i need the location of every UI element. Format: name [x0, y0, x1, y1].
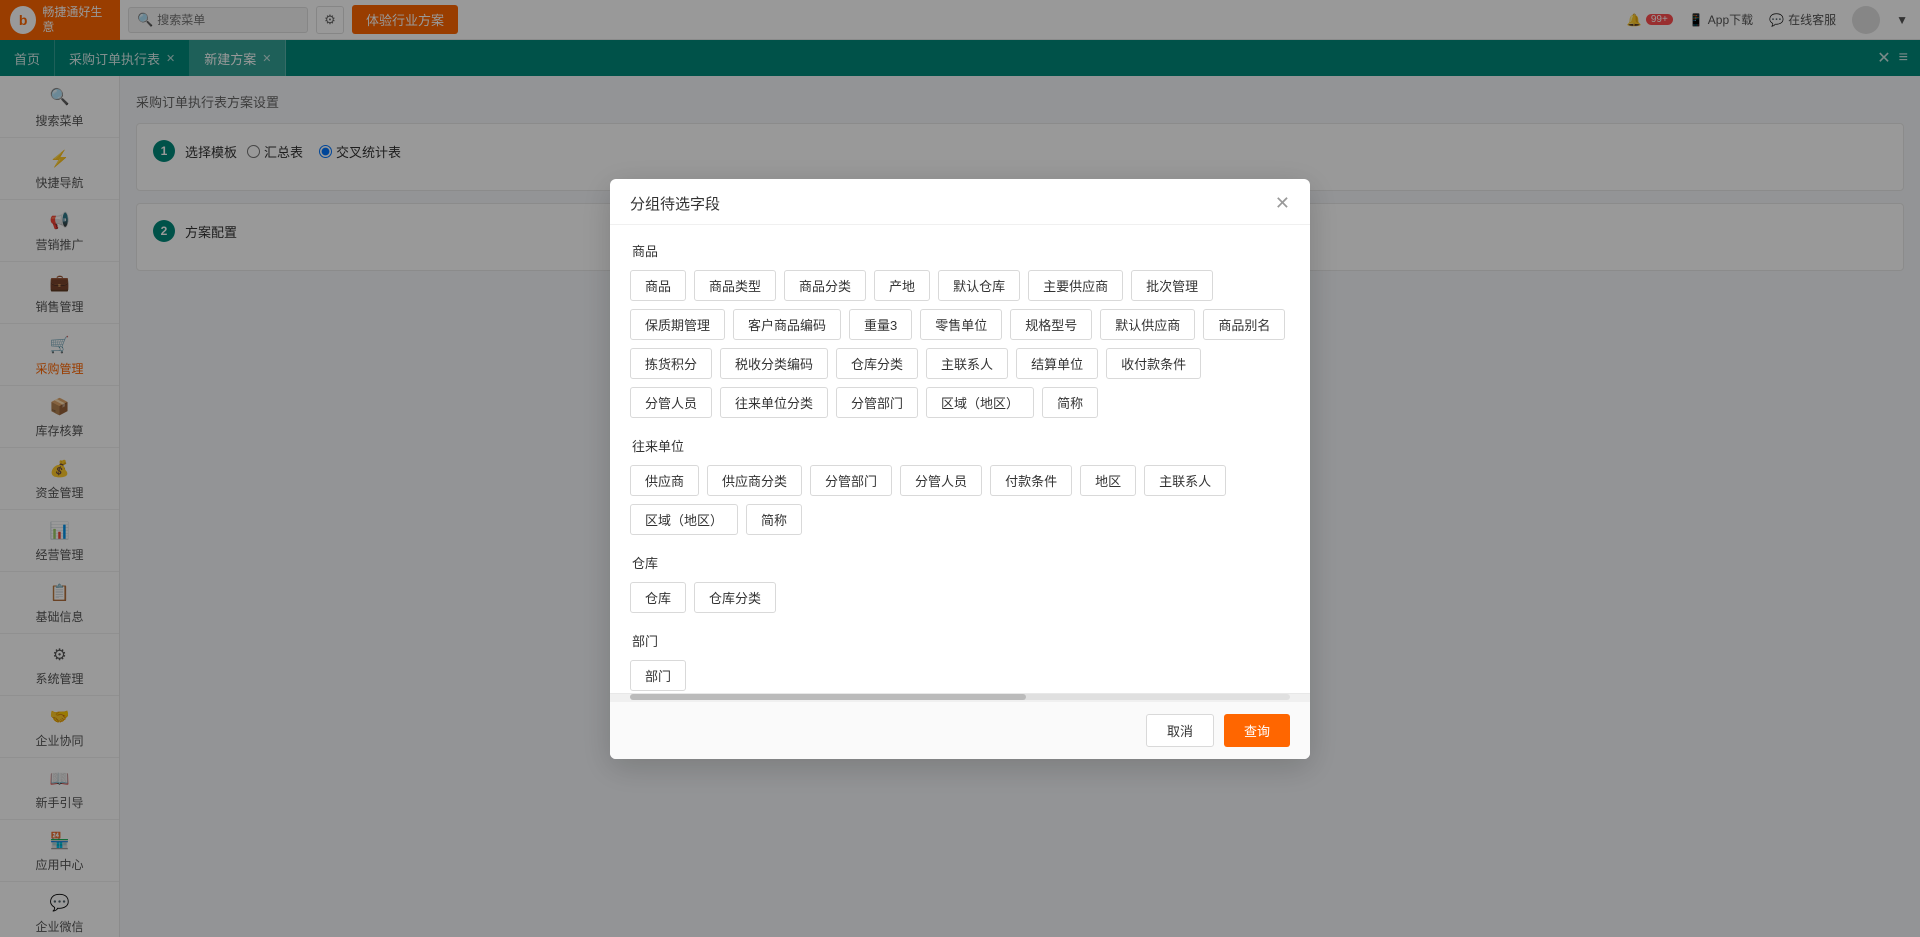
- field-partner-region[interactable]: 区域（地区）: [630, 504, 738, 535]
- modal-hscroll: [610, 693, 1310, 700]
- field-warehouse-cat[interactable]: 仓库分类: [694, 582, 776, 613]
- confirm-button[interactable]: 查询: [1224, 714, 1290, 747]
- field-abbr[interactable]: 简称: [1042, 387, 1098, 418]
- field-goods-category[interactable]: 商品分类: [784, 270, 866, 301]
- field-partner-type[interactable]: 往来单位分类: [720, 387, 828, 418]
- modal-title: 分组待选字段: [630, 193, 720, 214]
- modal-header: 分组待选字段 ✕: [610, 179, 1310, 225]
- modal-footer: 取消 查询: [610, 701, 1310, 759]
- field-payment-terms[interactable]: 收付款条件: [1106, 348, 1201, 379]
- modal-close-btn[interactable]: ✕: [1275, 193, 1290, 214]
- field-supplier[interactable]: 供应商: [630, 465, 699, 496]
- field-default-warehouse[interactable]: 默认仓库: [938, 270, 1020, 301]
- field-tax-code[interactable]: 税收分类编码: [720, 348, 828, 379]
- field-default-supplier[interactable]: 默认供应商: [1100, 309, 1195, 340]
- field-pay-terms[interactable]: 付款条件: [990, 465, 1072, 496]
- field-main-supplier[interactable]: 主要供应商: [1028, 270, 1123, 301]
- hscroll-thumb: [630, 694, 1026, 700]
- field-manager[interactable]: 分管人员: [630, 387, 712, 418]
- field-goods-type[interactable]: 商品类型: [694, 270, 776, 301]
- field-partner-manager[interactable]: 分管人员: [900, 465, 982, 496]
- field-region[interactable]: 区域（地区）: [926, 387, 1034, 418]
- section-dept: 部门 部门: [630, 631, 1290, 691]
- field-warehouse[interactable]: 仓库: [630, 582, 686, 613]
- field-spec-model[interactable]: 规格型号: [1010, 309, 1092, 340]
- section-partner-grid: 供应商 供应商分类 分管部门 分管人员 付款条件 地区 主联系人 区域（地区） …: [630, 465, 1290, 535]
- field-supplier-cat[interactable]: 供应商分类: [707, 465, 802, 496]
- section-warehouse: 仓库 仓库 仓库分类: [630, 553, 1290, 613]
- field-dept[interactable]: 分管部门: [836, 387, 918, 418]
- section-goods: 商品 商品 商品类型 商品分类 产地 默认仓库 主要供应商 批次管理 保质期管理…: [630, 241, 1290, 418]
- field-goods-alias[interactable]: 商品别名: [1203, 309, 1285, 340]
- field-select-modal: 分组待选字段 ✕ 商品 商品 商品类型 商品分类 产地 默认仓库 主要供应商 批…: [610, 179, 1310, 759]
- cancel-button[interactable]: 取消: [1146, 714, 1214, 747]
- field-partner-abbr[interactable]: 简称: [746, 504, 802, 535]
- section-goods-title: 商品: [630, 241, 1290, 260]
- section-goods-grid: 商品 商品类型 商品分类 产地 默认仓库 主要供应商 批次管理 保质期管理 客户…: [630, 270, 1290, 418]
- section-warehouse-title: 仓库: [630, 553, 1290, 572]
- modal-body: 商品 商品 商品类型 商品分类 产地 默认仓库 主要供应商 批次管理 保质期管理…: [610, 225, 1310, 694]
- field-expiry-manage[interactable]: 保质期管理: [630, 309, 725, 340]
- field-dept-item[interactable]: 部门: [630, 660, 686, 691]
- section-partner-title: 往来单位: [630, 436, 1290, 455]
- field-pick-score[interactable]: 拣货积分: [630, 348, 712, 379]
- field-goods[interactable]: 商品: [630, 270, 686, 301]
- field-area[interactable]: 地区: [1080, 465, 1136, 496]
- section-partner: 往来单位 供应商 供应商分类 分管部门 分管人员 付款条件 地区 主联系人 区域…: [630, 436, 1290, 535]
- section-warehouse-grid: 仓库 仓库分类: [630, 582, 1290, 613]
- modal-overlay: 分组待选字段 ✕ 商品 商品 商品类型 商品分类 产地 默认仓库 主要供应商 批…: [0, 0, 1920, 937]
- field-partner-dept[interactable]: 分管部门: [810, 465, 892, 496]
- field-warehouse-category[interactable]: 仓库分类: [836, 348, 918, 379]
- section-dept-title: 部门: [630, 631, 1290, 650]
- field-partner-contact[interactable]: 主联系人: [1144, 465, 1226, 496]
- field-batch-manage[interactable]: 批次管理: [1131, 270, 1213, 301]
- hscroll-bar: [630, 694, 1290, 700]
- field-settlement-unit[interactable]: 结算单位: [1016, 348, 1098, 379]
- section-dept-grid: 部门: [630, 660, 1290, 691]
- field-origin[interactable]: 产地: [874, 270, 930, 301]
- field-customer-code[interactable]: 客户商品编码: [733, 309, 841, 340]
- field-weight3[interactable]: 重量3: [849, 309, 912, 340]
- field-retail-unit[interactable]: 零售单位: [920, 309, 1002, 340]
- field-main-contact[interactable]: 主联系人: [926, 348, 1008, 379]
